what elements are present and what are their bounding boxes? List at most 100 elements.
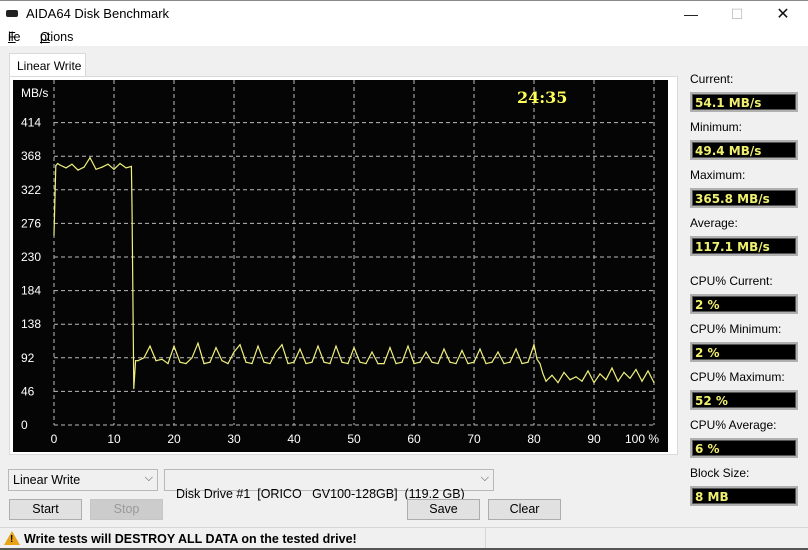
y-tick-label: 322 — [21, 183, 41, 197]
data-point — [191, 357, 193, 359]
data-point — [635, 368, 637, 371]
data-point — [71, 163, 73, 165]
data-point — [55, 165, 57, 167]
data-point — [497, 351, 499, 353]
data-point — [563, 371, 565, 374]
y-tick-label: 276 — [21, 216, 41, 230]
data-point — [59, 164, 61, 166]
data-point — [479, 348, 481, 350]
stat-label-current: Current: — [690, 72, 734, 86]
clear-button[interactable]: Clear — [488, 499, 561, 520]
data-point — [617, 380, 619, 382]
data-point — [359, 361, 361, 363]
data-point — [251, 363, 253, 365]
data-point — [485, 363, 487, 365]
data-point — [527, 361, 529, 363]
data-point — [317, 345, 319, 347]
data-point — [299, 348, 301, 350]
x-tick-label: 20 — [167, 432, 181, 446]
data-point — [335, 345, 337, 347]
test-type-select[interactable]: Linear Write ⌵ — [8, 469, 158, 491]
data-point — [275, 351, 277, 353]
data-point — [575, 376, 577, 378]
data-point — [443, 348, 445, 350]
save-button[interactable]: Save — [407, 499, 480, 520]
data-point — [407, 345, 409, 347]
y-tick-label: 92 — [21, 351, 35, 365]
stat-label-cpu-average: CPU% Average: — [690, 418, 777, 432]
data-point — [413, 363, 415, 365]
chevron-down-icon: ⌵ — [480, 472, 489, 484]
data-point — [536, 358, 538, 360]
start-button[interactable]: Start — [9, 499, 82, 520]
data-point — [305, 363, 307, 365]
data-point — [641, 380, 643, 382]
minimize-button[interactable]: — — [668, 1, 714, 27]
data-point — [281, 344, 283, 346]
stat-label-cpu-maximum: CPU% Maximum: — [690, 370, 785, 384]
data-point — [455, 363, 457, 365]
data-point — [179, 361, 181, 363]
x-tick-label: 40 — [287, 432, 301, 446]
data-point — [383, 363, 385, 365]
tab-linear-write[interactable]: Linear Write — [9, 53, 86, 77]
data-point — [119, 162, 121, 165]
warning-mark: ! — [10, 534, 14, 545]
data-point — [467, 363, 469, 365]
x-tick-label: 60 — [407, 432, 421, 446]
elapsed-time: 24:35 — [517, 88, 568, 107]
data-point — [287, 363, 289, 365]
stop-label: Stop — [113, 502, 140, 516]
menu-bar: File Options — [0, 26, 808, 46]
stat-value-maximum: 365.8 MB/s — [690, 188, 798, 208]
y-tick-label: 368 — [21, 149, 41, 163]
data-point — [203, 363, 205, 365]
data-point — [233, 351, 235, 353]
clear-label: Clear — [509, 502, 540, 516]
drive-select[interactable]: Disk Drive #1 [ORICO GV100-128GB] (119.2… — [164, 469, 494, 501]
data-point — [239, 344, 241, 346]
data-point — [155, 360, 157, 362]
close-button[interactable]: ✕ — [760, 1, 806, 27]
data-point — [611, 367, 613, 369]
data-point — [137, 360, 139, 362]
data-point — [461, 349, 463, 352]
stop-button[interactable]: Stop — [90, 499, 163, 520]
data-point — [107, 163, 109, 165]
data-point — [221, 360, 223, 362]
start-label: Start — [32, 502, 59, 516]
data-point — [371, 351, 373, 353]
data-point — [341, 361, 343, 363]
y-tick-label: 230 — [21, 250, 41, 264]
title-bar: AIDA64 Disk Benchmark — ☐ ✕ — [0, 0, 808, 26]
data-point — [257, 345, 259, 347]
maximize-button[interactable]: ☐ — [714, 1, 760, 27]
stat-label-average: Average: — [690, 216, 738, 230]
data-point — [503, 363, 505, 365]
data-point — [185, 363, 187, 365]
data-point — [227, 363, 229, 365]
stat-value-current: 54.1 MB/s — [690, 92, 798, 112]
stat-value-cpu-minimum: 2 % — [690, 342, 798, 362]
data-point — [353, 346, 355, 349]
status-bar: ! Write tests will DESTROY ALL DATA on t… — [0, 527, 808, 550]
data-point — [515, 348, 517, 350]
chart-svg: MB/s 0 46 92 138 184 230 276 322 368 414 0 10 20 30 40 5… — [21, 80, 659, 446]
data-point — [83, 166, 85, 168]
data-point — [113, 168, 115, 170]
data-point — [57, 162, 59, 165]
menu-file-rest: ile — [8, 30, 21, 44]
y-tick-label: 46 — [21, 384, 35, 398]
x-tick-label: 70 — [467, 432, 481, 446]
x-tick-label: 0 — [51, 432, 58, 446]
stat-label-minimum: Minimum: — [690, 120, 743, 134]
status-divider — [485, 528, 486, 550]
data-point — [293, 361, 295, 363]
data-point — [569, 379, 571, 381]
data-point — [209, 361, 211, 363]
benchmark-chart: MB/s 0 46 92 138 184 230 276 322 368 414 0 10 20 30 40 5… — [13, 80, 668, 452]
data-point — [269, 363, 271, 365]
drive-icon — [6, 10, 18, 17]
chevron-down-icon: ⌵ — [144, 472, 153, 484]
x-tick-label: 100 % — [625, 432, 659, 446]
